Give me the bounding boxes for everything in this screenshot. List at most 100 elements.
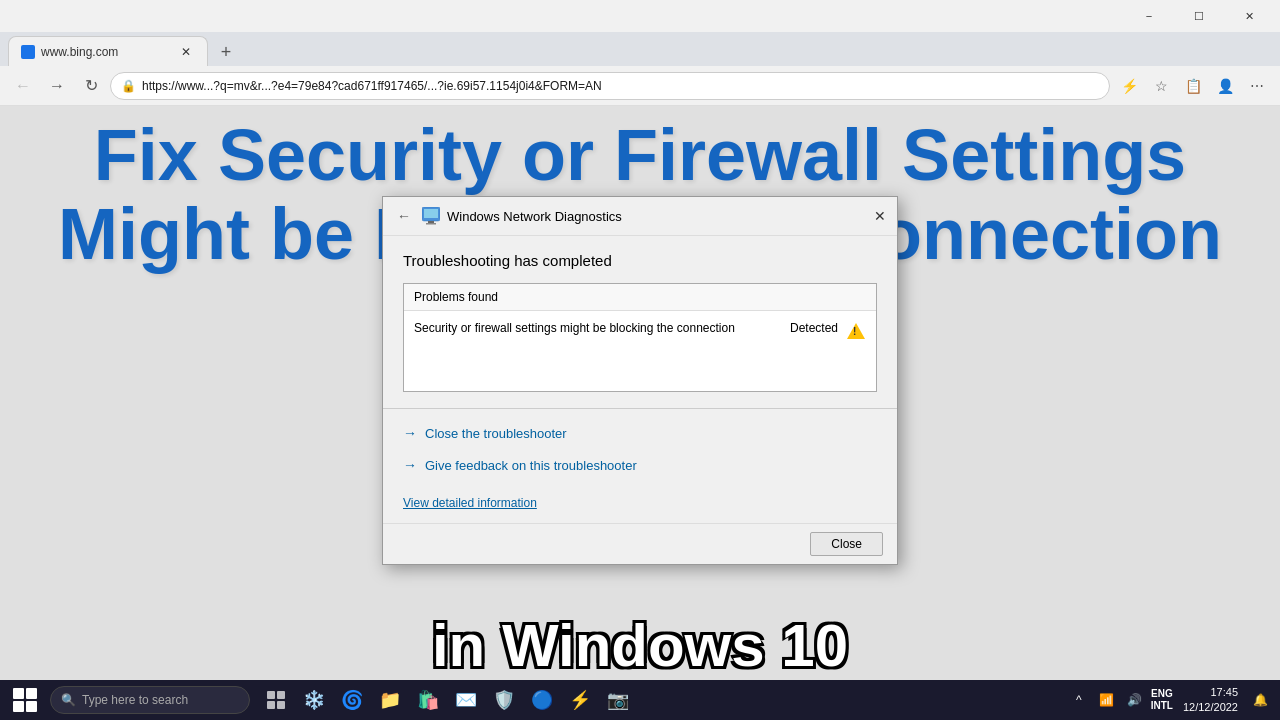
- forward-button[interactable]: →: [42, 71, 72, 101]
- svg-rect-5: [277, 691, 285, 699]
- close-troubleshooter-link[interactable]: → Close the troubleshooter: [383, 417, 897, 449]
- view-detailed-link[interactable]: View detailed information: [403, 496, 537, 510]
- security-app[interactable]: 🛡️: [486, 682, 522, 718]
- lock-icon: 🔒: [121, 79, 136, 93]
- dialog-footer: Close: [383, 523, 897, 564]
- dialog-body: Troubleshooting has completed Problems f…: [383, 236, 897, 408]
- title-bar: − ☐ ✕: [0, 0, 1280, 32]
- bottom-overlay-text: in Windows 10: [0, 611, 1280, 680]
- edge-icon: 🌀: [341, 689, 363, 711]
- dialog-title-text: Windows Network Diagnostics: [447, 209, 622, 224]
- notification-button[interactable]: 🔔: [1248, 686, 1272, 714]
- clock-time: 17:45: [1183, 685, 1238, 700]
- settings-icon[interactable]: ⋯: [1242, 71, 1272, 101]
- svg-rect-6: [267, 701, 275, 709]
- collections-icon[interactable]: 📋: [1178, 71, 1208, 101]
- problems-found-section: Problems found Security or firewall sett…: [403, 283, 877, 392]
- close-troubleshooter-label: Close the troubleshooter: [425, 426, 567, 441]
- window-close-button[interactable]: ✕: [1226, 0, 1272, 32]
- dialog-container: ← Windows Network Diagnostics ✕ Troubles…: [382, 196, 898, 565]
- clock-date: 12/12/2022: [1183, 700, 1238, 715]
- nav-icons: ⚡ ☆ 📋 👤 ⋯: [1114, 71, 1272, 101]
- dialog-titlebar: ← Windows Network Diagnostics ✕: [383, 197, 897, 236]
- back-button[interactable]: ←: [8, 71, 38, 101]
- arrow-icon-1: →: [403, 425, 417, 441]
- warning-triangle-shape: [847, 323, 865, 339]
- favorites-icon[interactable]: ☆: [1146, 71, 1176, 101]
- refresh-button[interactable]: ↻: [76, 71, 106, 101]
- start-square-3: [13, 701, 24, 712]
- dialog-status-text: Troubleshooting has completed: [403, 252, 877, 269]
- minimize-button[interactable]: −: [1126, 0, 1172, 32]
- dialog-close-x-button[interactable]: ✕: [869, 205, 891, 227]
- media-icon: 📷: [607, 689, 629, 711]
- vpn-app[interactable]: 🔵: [524, 682, 560, 718]
- problem-description: Security or firewall settings might be b…: [414, 321, 790, 335]
- dialog-title-icon: [421, 206, 441, 226]
- browser-chrome: − ☐ ✕ www.bing.com ✕ + ← → ↻ 🔒 https://w…: [0, 0, 1280, 107]
- system-clock[interactable]: 17:45 12/12/2022: [1177, 685, 1244, 716]
- problem-row: Security or firewall settings might be b…: [404, 311, 876, 391]
- give-feedback-link[interactable]: → Give feedback on this troubleshooter: [383, 449, 897, 481]
- store-app[interactable]: 🛍️: [410, 682, 446, 718]
- christmas-icon-app[interactable]: ❄️: [296, 682, 332, 718]
- start-square-4: [26, 701, 37, 712]
- language-text: ENG: [1151, 688, 1173, 700]
- svg-rect-2: [428, 221, 434, 223]
- antivirus-app[interactable]: ⚡: [562, 682, 598, 718]
- file-explorer-icon: 📁: [379, 689, 401, 711]
- arrow-icon-2: →: [403, 457, 417, 473]
- problem-status-label: Detected: [790, 321, 838, 335]
- url-text: https://www...?q=mv&r...?e4=79e84?cad671…: [142, 79, 1099, 93]
- bottom-overlay: in Windows 10: [0, 611, 1280, 680]
- svg-rect-3: [426, 223, 436, 225]
- taskbar-right: ^ 📶 🔊 ENG INTL 17:45 12/12/2022 🔔: [1067, 685, 1280, 716]
- dialog-links: → Close the troubleshooter → Give feedba…: [383, 408, 897, 489]
- locale-text: INTL: [1151, 700, 1173, 712]
- system-tray: ^ 📶 🔊: [1067, 686, 1147, 714]
- mail-app[interactable]: ✉️: [448, 682, 484, 718]
- window-controls: − ☐ ✕: [1126, 0, 1280, 32]
- network-tray-icon[interactable]: 📶: [1095, 686, 1119, 714]
- task-view-button[interactable]: [258, 682, 294, 718]
- start-square-2: [26, 688, 37, 699]
- tab-favicon: [21, 45, 35, 59]
- vpn-icon: 🔵: [531, 689, 553, 711]
- tab-close-button[interactable]: ✕: [177, 43, 195, 61]
- active-tab[interactable]: www.bing.com ✕: [8, 36, 208, 66]
- dialog-back-button[interactable]: ←: [393, 205, 415, 227]
- profile-icon[interactable]: 👤: [1210, 71, 1240, 101]
- new-tab-button[interactable]: +: [212, 38, 240, 66]
- task-view-icon: [267, 691, 285, 709]
- close-dialog-button[interactable]: Close: [810, 532, 883, 556]
- view-detailed-section: View detailed information: [383, 489, 897, 523]
- store-icon: 🛍️: [417, 689, 439, 711]
- start-square-1: [13, 688, 24, 699]
- taskbar: 🔍 Type here to search ❄️ 🌀 📁 🛍️: [0, 680, 1280, 720]
- start-icon: [13, 688, 37, 712]
- language-indicator[interactable]: ENG INTL: [1151, 688, 1173, 712]
- network-diagnostics-icon: [422, 207, 440, 225]
- search-icon: 🔍: [61, 693, 76, 707]
- volume-tray-icon[interactable]: 🔊: [1123, 686, 1147, 714]
- headline-line1: Fix Security or Firewall Settings: [20, 116, 1260, 195]
- file-explorer-app[interactable]: 📁: [372, 682, 408, 718]
- extension-icon[interactable]: ⚡: [1114, 71, 1144, 101]
- svg-rect-7: [277, 701, 285, 709]
- give-feedback-label: Give feedback on this troubleshooter: [425, 458, 637, 473]
- svg-rect-1: [424, 209, 438, 218]
- search-placeholder: Type here to search: [82, 693, 188, 707]
- security-icon: 🛡️: [493, 689, 515, 711]
- svg-rect-4: [267, 691, 275, 699]
- maximize-button[interactable]: ☐: [1176, 0, 1222, 32]
- address-bar[interactable]: 🔒 https://www...?q=mv&r...?e4=79e84?cad6…: [110, 72, 1110, 100]
- mail-icon: ✉️: [455, 689, 477, 711]
- tray-expand-button[interactable]: ^: [1067, 686, 1091, 714]
- start-button[interactable]: [0, 680, 50, 720]
- taskbar-search[interactable]: 🔍 Type here to search: [50, 686, 250, 714]
- edge-app[interactable]: 🌀: [334, 682, 370, 718]
- problems-header: Problems found: [404, 284, 876, 311]
- media-app[interactable]: 📷: [600, 682, 636, 718]
- tab-bar: www.bing.com ✕ +: [0, 32, 1280, 66]
- christmas-icon: ❄️: [303, 689, 325, 711]
